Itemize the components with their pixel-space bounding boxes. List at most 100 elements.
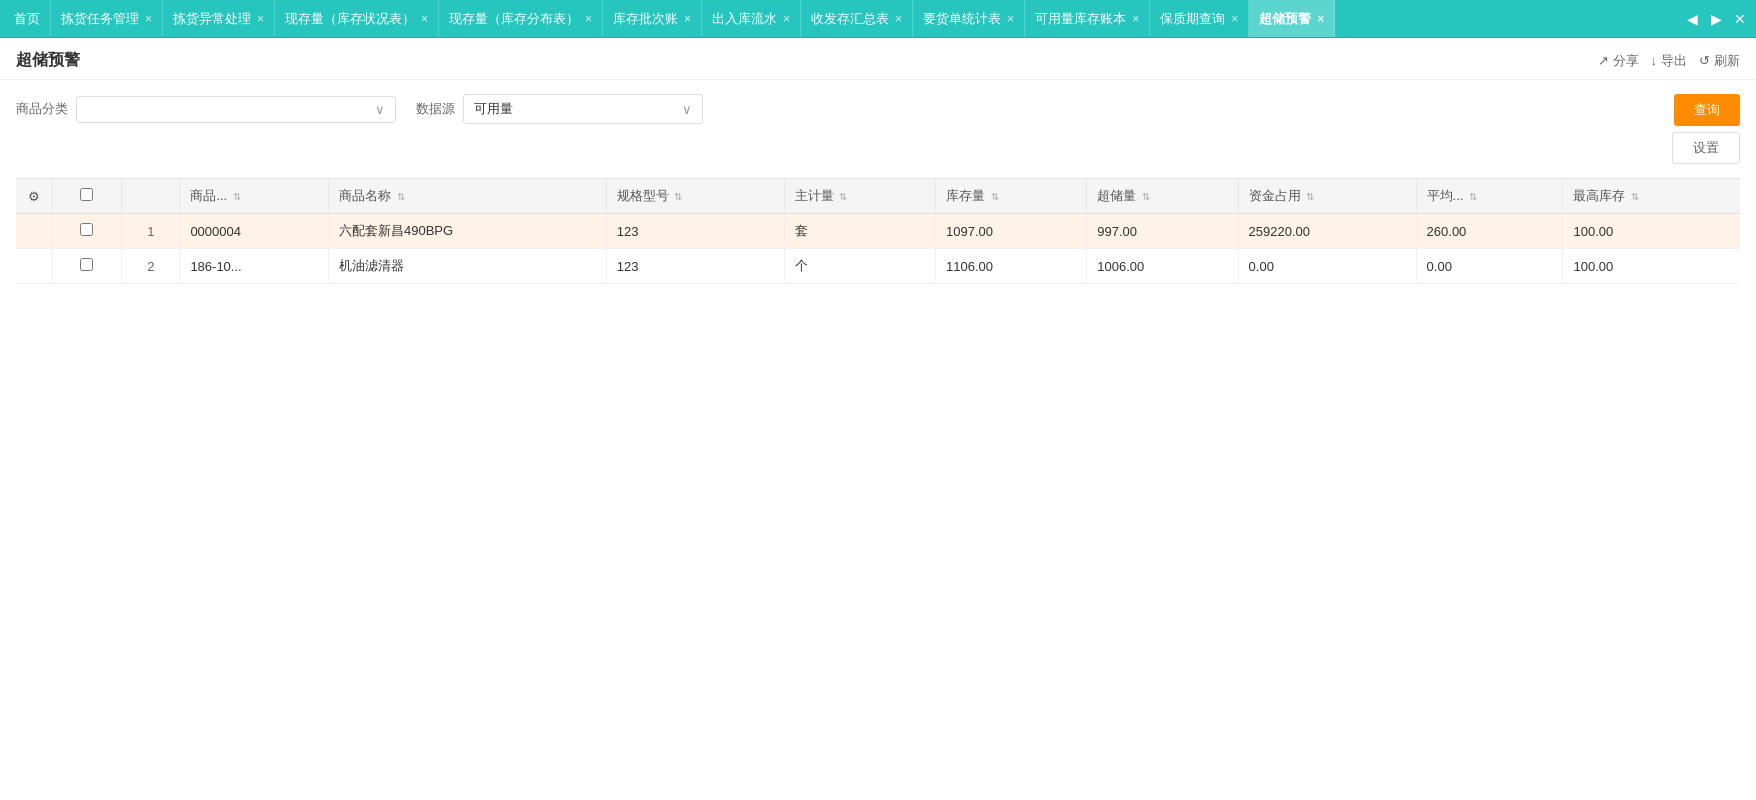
product-category-dropdown-icon: ∨ xyxy=(375,102,385,117)
td-avg-1: 260.00 xyxy=(1416,214,1563,249)
nav-tab-inventory-dist-close[interactable]: × xyxy=(585,12,592,26)
nav-tab-batch-account-close[interactable]: × xyxy=(684,12,691,26)
nav-tab-quality-check-close[interactable]: × xyxy=(1231,12,1238,26)
nav-tab-exception-close[interactable]: × xyxy=(257,12,264,26)
nav-tab-inventory-status[interactable]: 现存量（库存状况表） × xyxy=(275,0,439,38)
nav-tab-overstock-warning-close[interactable]: × xyxy=(1317,12,1324,26)
nav-tab-available-account-close[interactable]: × xyxy=(1132,12,1139,26)
td-capital-1: 259220.00 xyxy=(1238,214,1416,249)
nav-tab-inventory-status-close[interactable]: × xyxy=(421,12,428,26)
page-title: 超储预警 xyxy=(16,50,1598,71)
td-checkbox-1[interactable] xyxy=(52,214,122,249)
table-row: 1 0000004 六配套新昌490BPG 123 套 1097.00 997.… xyxy=(16,214,1740,249)
row-2-checkbox[interactable] xyxy=(80,258,93,271)
th-product-code-label: 商品... xyxy=(190,188,227,203)
nav-tab-inventory-status-label: 现存量（库存状况表） xyxy=(285,10,415,28)
th-product-code[interactable]: 商品... ⇅ xyxy=(180,179,329,214)
th-avg-label: 平均... xyxy=(1427,188,1464,203)
nav-tab-order-stat-label: 要货单统计表 xyxy=(923,10,1001,28)
product-category-filter: 商品分类 ∨ xyxy=(16,96,396,123)
td-gear-1 xyxy=(16,214,52,249)
td-rownum-1: 1 xyxy=(122,214,180,249)
th-avg[interactable]: 平均... ⇅ xyxy=(1416,179,1563,214)
nav-tab-order-stat[interactable]: 要货单统计表 × xyxy=(913,0,1025,38)
nav-tab-overstock-warning-label: 超储预警 xyxy=(1259,10,1311,28)
th-overstock-sort-icon: ⇅ xyxy=(1142,191,1150,202)
th-unit-label: 主计量 xyxy=(795,188,834,203)
th-rownum xyxy=(122,179,180,214)
nav-close-arrow[interactable]: ✕ xyxy=(1728,0,1752,38)
th-unit-sort-icon: ⇅ xyxy=(839,191,847,202)
th-unit[interactable]: 主计量 ⇅ xyxy=(784,179,935,214)
nav-tab-order-stat-close[interactable]: × xyxy=(1007,12,1014,26)
th-product-code-sort-icon: ⇅ xyxy=(233,191,241,202)
share-icon: ↗ xyxy=(1598,53,1609,68)
th-product-name[interactable]: 商品名称 ⇅ xyxy=(329,179,607,214)
th-spec[interactable]: 规格型号 ⇅ xyxy=(606,179,784,214)
nav-tab-home[interactable]: 首页 xyxy=(4,0,51,38)
nav-tab-overstock-warning[interactable]: 超储预警 × xyxy=(1249,0,1335,38)
td-avg-2: 0.00 xyxy=(1416,249,1563,284)
td-stock-1: 1097.00 xyxy=(936,214,1087,249)
nav-tab-inout-flow-close[interactable]: × xyxy=(783,12,790,26)
td-overstock-2: 1006.00 xyxy=(1087,249,1238,284)
refresh-icon: ↺ xyxy=(1699,53,1710,68)
refresh-label: 刷新 xyxy=(1714,52,1740,70)
th-max-stock-sort-icon: ⇅ xyxy=(1631,191,1639,202)
nav-tab-inventory-dist[interactable]: 现存量（库存分布表） × xyxy=(439,0,603,38)
data-table-container: ⚙ 商品... ⇅ 商品名称 ⇅ 规格型号 ⇅ xyxy=(0,178,1756,284)
th-overstock-label: 超储量 xyxy=(1097,188,1136,203)
nav-tab-inout-flow-label: 出入库流水 xyxy=(712,10,777,28)
top-navigation: 首页 拣货任务管理 × 拣货异常处理 × 现存量（库存状况表） × 现存量（库存… xyxy=(0,0,1756,38)
nav-tab-available-account[interactable]: 可用量库存账本 × xyxy=(1025,0,1150,38)
datasource-filter: 数据源 可用量 ∨ xyxy=(416,94,703,124)
nav-tab-collection[interactable]: 收发存汇总表 × xyxy=(801,0,913,38)
th-stock-sort-icon: ⇅ xyxy=(991,191,999,202)
nav-tab-task-mgmt-label: 拣货任务管理 xyxy=(61,10,139,28)
th-stock[interactable]: 库存量 ⇅ xyxy=(936,179,1087,214)
export-icon: ↓ xyxy=(1651,53,1658,68)
nav-tab-inventory-dist-label: 现存量（库存分布表） xyxy=(449,10,579,28)
select-all-checkbox[interactable] xyxy=(80,188,93,201)
nav-tab-inout-flow[interactable]: 出入库流水 × xyxy=(702,0,801,38)
td-stock-2: 1106.00 xyxy=(936,249,1087,284)
td-unit-2: 个 xyxy=(784,249,935,284)
nav-tab-exception[interactable]: 拣货异常处理 × xyxy=(163,0,275,38)
td-rownum-2: 2 xyxy=(122,249,180,284)
nav-tab-collection-close[interactable]: × xyxy=(895,12,902,26)
filter-inputs: 商品分类 ∨ 数据源 可用量 ∨ xyxy=(16,94,1672,124)
nav-tab-task-mgmt[interactable]: 拣货任务管理 × xyxy=(51,0,163,38)
th-max-stock[interactable]: 最高库存 ⇅ xyxy=(1563,179,1740,214)
query-button[interactable]: 查询 xyxy=(1674,94,1740,126)
nav-prev-arrow[interactable]: ◀ xyxy=(1680,0,1704,38)
th-overstock[interactable]: 超储量 ⇅ xyxy=(1087,179,1238,214)
header-actions: ↗ 分享 ↓ 导出 ↺ 刷新 xyxy=(1598,52,1741,70)
nav-next-arrow[interactable]: ▶ xyxy=(1704,0,1728,38)
nav-tab-quality-check[interactable]: 保质期查询 × xyxy=(1150,0,1249,38)
th-product-name-sort-icon: ⇅ xyxy=(397,191,405,202)
product-category-select[interactable]: ∨ xyxy=(76,96,396,123)
datasource-select[interactable]: 可用量 ∨ xyxy=(463,94,703,124)
td-gear-2 xyxy=(16,249,52,284)
th-capital[interactable]: 资金占用 ⇅ xyxy=(1238,179,1416,214)
th-checkbox[interactable] xyxy=(52,179,122,214)
th-capital-sort-icon: ⇅ xyxy=(1306,191,1314,202)
refresh-button[interactable]: ↺ 刷新 xyxy=(1699,52,1740,70)
datasource-label: 数据源 xyxy=(416,100,455,118)
export-button[interactable]: ↓ 导出 xyxy=(1651,52,1688,70)
share-button[interactable]: ↗ 分享 xyxy=(1598,52,1639,70)
page-header: 超储预警 ↗ 分享 ↓ 导出 ↺ 刷新 xyxy=(0,38,1756,80)
th-avg-sort-icon: ⇅ xyxy=(1469,191,1477,202)
table-header-row: ⚙ 商品... ⇅ 商品名称 ⇅ 规格型号 ⇅ xyxy=(16,179,1740,214)
nav-tab-batch-account[interactable]: 库存批次账 × xyxy=(603,0,702,38)
td-checkbox-2[interactable] xyxy=(52,249,122,284)
td-product-code-1: 0000004 xyxy=(180,214,329,249)
th-gear[interactable]: ⚙ xyxy=(16,179,52,214)
nav-tab-task-mgmt-close[interactable]: × xyxy=(145,12,152,26)
row-1-checkbox[interactable] xyxy=(80,223,93,236)
settings-button[interactable]: 设置 xyxy=(1672,132,1740,164)
td-max-stock-1: 100.00 xyxy=(1563,214,1740,249)
td-product-code-2: 186-10... xyxy=(180,249,329,284)
td-spec-2: 123 xyxy=(606,249,784,284)
td-product-name-1: 六配套新昌490BPG xyxy=(329,214,607,249)
